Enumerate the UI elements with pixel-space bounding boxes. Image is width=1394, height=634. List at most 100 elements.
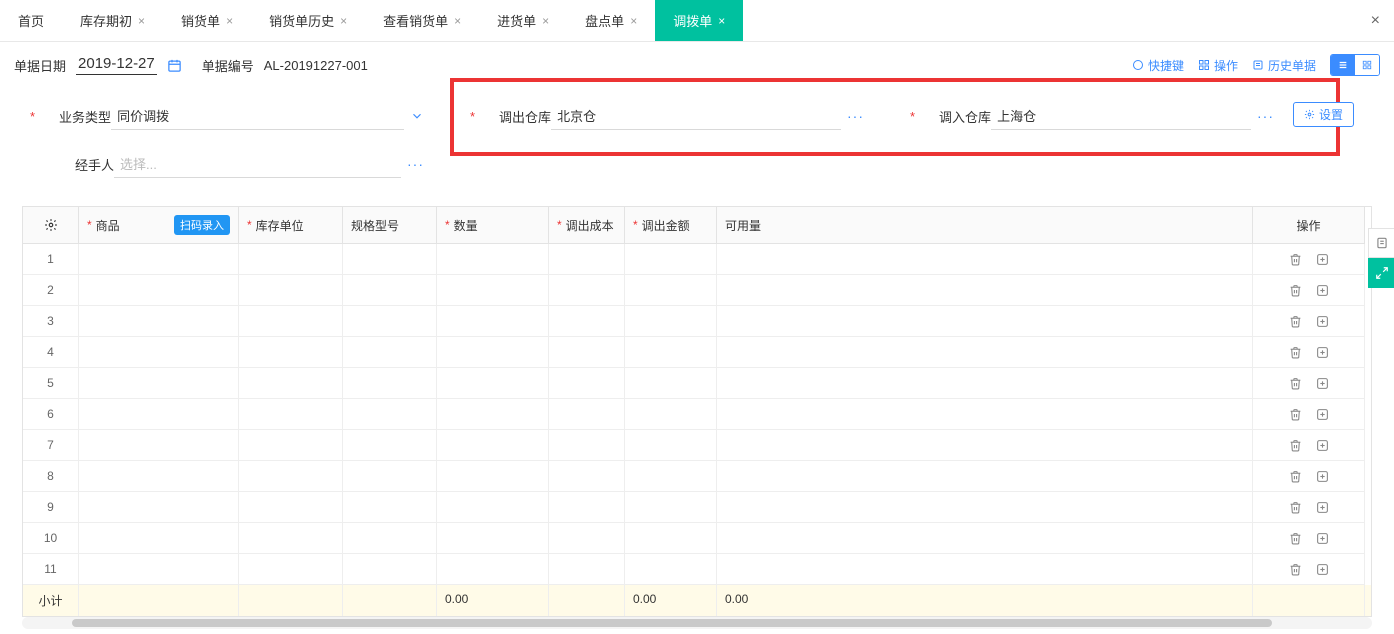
- cell-qty[interactable]: [437, 337, 549, 368]
- delete-row-button[interactable]: [1289, 408, 1302, 421]
- operate-link[interactable]: 操作: [1198, 57, 1238, 74]
- cell-cost[interactable]: [549, 244, 625, 275]
- cell-amount[interactable]: [625, 399, 717, 430]
- tab-home[interactable]: 首页: [0, 0, 62, 41]
- add-row-button[interactable]: [1316, 439, 1329, 452]
- cell-available[interactable]: [717, 306, 1253, 337]
- tab-view-sales[interactable]: 查看销货单×: [365, 0, 479, 41]
- expand-button[interactable]: [1368, 258, 1394, 288]
- cell-available[interactable]: [717, 275, 1253, 306]
- cell-amount[interactable]: [625, 306, 717, 337]
- cell-available[interactable]: [717, 554, 1253, 585]
- cell-available[interactable]: [717, 368, 1253, 399]
- cell-cost[interactable]: [549, 523, 625, 554]
- cell-unit[interactable]: [239, 337, 343, 368]
- table-row[interactable]: 9: [23, 492, 1371, 523]
- add-row-button[interactable]: [1316, 315, 1329, 328]
- cell-spec[interactable]: [343, 461, 437, 492]
- cell-cost[interactable]: [549, 430, 625, 461]
- in-warehouse-value[interactable]: 上海仓: [991, 102, 1251, 130]
- add-row-button[interactable]: [1316, 377, 1329, 390]
- cell-cost[interactable]: [549, 461, 625, 492]
- date-value[interactable]: 2019-12-27: [76, 55, 157, 75]
- table-row[interactable]: 7: [23, 430, 1371, 461]
- tab-stocktake[interactable]: 盘点单×: [567, 0, 655, 41]
- view-list-button[interactable]: [1331, 55, 1355, 75]
- cell-product[interactable]: [79, 492, 239, 523]
- cell-spec[interactable]: [343, 368, 437, 399]
- notes-button[interactable]: [1368, 228, 1394, 258]
- cell-spec[interactable]: [343, 399, 437, 430]
- more-icon[interactable]: ···: [401, 156, 430, 172]
- cell-product[interactable]: [79, 461, 239, 492]
- close-icon[interactable]: ×: [630, 14, 637, 28]
- cell-product[interactable]: [79, 399, 239, 430]
- tab-sales-history[interactable]: 销货单历史×: [251, 0, 365, 41]
- add-row-button[interactable]: [1316, 501, 1329, 514]
- cell-unit[interactable]: [239, 399, 343, 430]
- calendar-icon[interactable]: [167, 58, 182, 73]
- out-warehouse-value[interactable]: 北京仓: [551, 102, 841, 130]
- scrollbar-thumb[interactable]: [72, 619, 1272, 627]
- delete-row-button[interactable]: [1289, 470, 1302, 483]
- more-icon[interactable]: ···: [1251, 108, 1280, 124]
- add-row-button[interactable]: [1316, 408, 1329, 421]
- table-row[interactable]: 11: [23, 554, 1371, 585]
- table-row[interactable]: 2: [23, 275, 1371, 306]
- cell-amount[interactable]: [625, 554, 717, 585]
- cell-product[interactable]: [79, 244, 239, 275]
- delete-row-button[interactable]: [1289, 346, 1302, 359]
- cell-qty[interactable]: [437, 399, 549, 430]
- cell-product[interactable]: [79, 306, 239, 337]
- cell-unit[interactable]: [239, 554, 343, 585]
- add-row-button[interactable]: [1316, 563, 1329, 576]
- cell-product[interactable]: [79, 554, 239, 585]
- column-settings-button[interactable]: [23, 207, 79, 244]
- cell-amount[interactable]: [625, 461, 717, 492]
- more-icon[interactable]: ···: [841, 108, 870, 124]
- cell-spec[interactable]: [343, 306, 437, 337]
- close-icon[interactable]: ×: [542, 14, 549, 28]
- add-row-button[interactable]: [1316, 470, 1329, 483]
- delete-row-button[interactable]: [1289, 439, 1302, 452]
- table-row[interactable]: 5: [23, 368, 1371, 399]
- table-row[interactable]: 6: [23, 399, 1371, 430]
- close-icon[interactable]: ×: [718, 14, 725, 28]
- cell-qty[interactable]: [437, 461, 549, 492]
- tab-sales-order[interactable]: 销货单×: [163, 0, 251, 41]
- cell-spec[interactable]: [343, 554, 437, 585]
- cell-qty[interactable]: [437, 523, 549, 554]
- tab-purchase[interactable]: 进货单×: [479, 0, 567, 41]
- close-icon[interactable]: ×: [138, 14, 145, 28]
- cell-qty[interactable]: [437, 275, 549, 306]
- cell-available[interactable]: [717, 337, 1253, 368]
- table-row[interactable]: 8: [23, 461, 1371, 492]
- cell-amount[interactable]: [625, 430, 717, 461]
- add-row-button[interactable]: [1316, 346, 1329, 359]
- table-row[interactable]: 10: [23, 523, 1371, 554]
- cell-qty[interactable]: [437, 492, 549, 523]
- cell-product[interactable]: [79, 337, 239, 368]
- cell-product[interactable]: [79, 430, 239, 461]
- cell-amount[interactable]: [625, 492, 717, 523]
- cell-cost[interactable]: [549, 492, 625, 523]
- view-grid-button[interactable]: [1355, 55, 1379, 75]
- add-row-button[interactable]: [1316, 253, 1329, 266]
- cell-unit[interactable]: [239, 275, 343, 306]
- table-row[interactable]: 1: [23, 244, 1371, 275]
- close-all-tabs-button[interactable]: ×: [1357, 0, 1394, 41]
- delete-row-button[interactable]: [1289, 315, 1302, 328]
- cell-qty[interactable]: [437, 554, 549, 585]
- cell-spec[interactable]: [343, 275, 437, 306]
- cell-unit[interactable]: [239, 461, 343, 492]
- add-row-button[interactable]: [1316, 532, 1329, 545]
- delete-row-button[interactable]: [1289, 532, 1302, 545]
- delete-row-button[interactable]: [1289, 377, 1302, 390]
- history-link[interactable]: 历史单据: [1252, 57, 1316, 74]
- horizontal-scrollbar[interactable]: [22, 617, 1372, 629]
- cell-product[interactable]: [79, 368, 239, 399]
- cell-available[interactable]: [717, 244, 1253, 275]
- cell-unit[interactable]: [239, 306, 343, 337]
- cell-spec[interactable]: [343, 492, 437, 523]
- cell-unit[interactable]: [239, 492, 343, 523]
